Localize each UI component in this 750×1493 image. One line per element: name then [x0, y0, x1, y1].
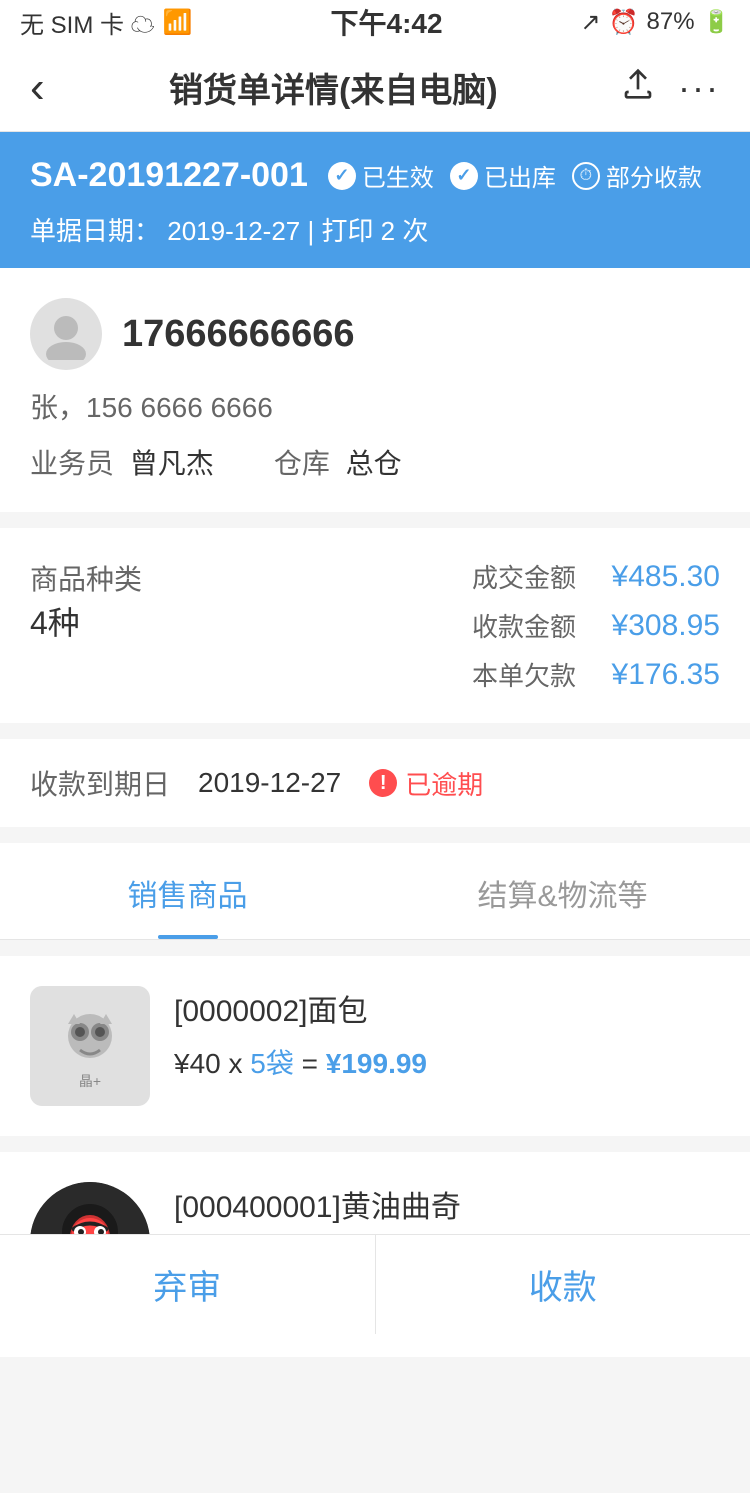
- received-label: 收款金额: [472, 607, 576, 644]
- location-icon: ↗: [581, 8, 601, 37]
- product-list: 晶+ [0000002]面包 ¥40 x 5袋 = ¥199.99: [0, 956, 750, 1493]
- print-info: | 打印 2 次: [307, 216, 428, 246]
- product-item-1: 晶+ [0000002]面包 ¥40 x 5袋 = ¥199.99: [0, 956, 750, 1136]
- battery-icon: 🔋: [703, 9, 730, 35]
- date-label: 单据日期：: [30, 216, 160, 246]
- sales-value: 曾凡杰: [130, 448, 214, 479]
- customer-id: 17666666666: [122, 313, 354, 356]
- due-date-section: 收款到期日 2019-12-27 ! 已逾期: [0, 739, 750, 827]
- tab-settlement[interactable]: 结算&物流等: [375, 843, 750, 939]
- battery-text: 87%: [647, 8, 695, 36]
- warehouse-value: 总仓: [346, 448, 402, 479]
- order-number: SA-20191227-001: [30, 156, 308, 195]
- page-title: 销货单详情(来自电脑): [169, 63, 498, 112]
- status-bar: 无 SIM 卡 ☁ 📶 下午4:42 ↗ ⏰ 87% 🔋: [0, 0, 750, 44]
- due-date-label: 收款到期日: [30, 763, 170, 803]
- customer-meta: 业务员 曾凡杰 仓库 总仓: [30, 442, 720, 482]
- collect-payment-button[interactable]: 收款: [376, 1235, 750, 1334]
- nav-bar: ‹ 销货单详情(来自电脑) ···: [0, 44, 750, 132]
- overdue-icon: !: [369, 769, 397, 797]
- clock-icon: ⏱: [572, 162, 600, 190]
- due-date-value: 2019-12-27: [198, 767, 341, 799]
- alarm-icon: ⏰: [609, 8, 639, 37]
- overdue-text: 已逾期: [405, 765, 483, 802]
- sales-label: 业务员: [30, 448, 114, 479]
- status-time: 下午4:42: [331, 2, 443, 42]
- owed-value: ¥176.35: [600, 658, 720, 692]
- status-badges: ✓ 已生效 ✓ 已出库 ⏱ 部分收款: [328, 158, 702, 193]
- total-1: ¥199.99: [326, 1048, 427, 1079]
- reject-button[interactable]: 弃审: [0, 1235, 376, 1334]
- stats-left: 商品种类 4种: [30, 558, 142, 644]
- product-type-label: 商品种类: [30, 558, 142, 598]
- stats-right: 成交金额 ¥485.30 收款金额 ¥308.95 本单欠款 ¥176.35: [472, 558, 720, 693]
- overdue-badge: ! 已逾期: [369, 765, 483, 802]
- order-date-value: 2019-12-27: [167, 216, 300, 246]
- badge-partial: ⏱ 部分收款: [572, 158, 702, 193]
- amount-label: 成交金额: [472, 558, 576, 595]
- status-left: 无 SIM 卡 ☁ 📶: [20, 5, 193, 40]
- order-date-row: 单据日期： 2019-12-27 | 打印 2 次: [30, 211, 720, 248]
- signal-text: 无 SIM 卡 ☁: [20, 5, 155, 40]
- tab-sales-products[interactable]: 销售商品: [0, 843, 375, 939]
- wifi-icon: 📶: [163, 8, 193, 37]
- product-price-1: ¥40 x 5袋 = ¥199.99: [174, 1042, 720, 1082]
- status-right: ↗ ⏰ 87% 🔋: [581, 8, 730, 37]
- back-button[interactable]: ‹: [30, 63, 45, 113]
- amount-value: ¥485.30: [600, 560, 720, 594]
- tabs-section: 销售商品 结算&物流等: [0, 843, 750, 940]
- check-icon-effective: ✓: [328, 162, 356, 190]
- nav-actions: ···: [622, 67, 720, 109]
- avatar: [30, 298, 102, 370]
- product-type-value: 4种: [30, 598, 142, 644]
- badge-shipped: ✓ 已出库: [450, 158, 556, 193]
- warehouse-label: 仓库: [274, 448, 330, 479]
- bottom-bar: 弃审 收款: [0, 1234, 750, 1334]
- customer-section: 17666666666 张，156 6666 6666 业务员 曾凡杰 仓库 总…: [0, 268, 750, 512]
- product-name-2: [000400001]黄油曲奇: [174, 1182, 720, 1226]
- more-icon[interactable]: ···: [678, 67, 720, 109]
- product-name-1: [0000002]面包: [174, 986, 720, 1030]
- product-info-1: [0000002]面包 ¥40 x 5袋 = ¥199.99: [174, 986, 720, 1082]
- check-icon-shipped: ✓: [450, 162, 478, 190]
- badge-effective: ✓ 已生效: [328, 158, 434, 193]
- stats-section: 商品种类 4种 成交金额 ¥485.30 收款金额 ¥308.95 本单欠款 ¥…: [0, 528, 750, 723]
- svg-text:晶+: 晶+: [79, 1073, 101, 1089]
- order-header: SA-20191227-001 ✓ 已生效 ✓ 已出库 ⏱ 部分收款 单据日期：…: [0, 132, 750, 268]
- customer-phone: 张，156 6666 6666: [30, 386, 720, 426]
- share-icon[interactable]: [622, 68, 654, 108]
- received-value: ¥308.95: [600, 609, 720, 643]
- owed-label: 本单欠款: [472, 656, 576, 693]
- qty-1: 5袋: [250, 1048, 294, 1079]
- product-image-1: 晶+: [30, 986, 150, 1106]
